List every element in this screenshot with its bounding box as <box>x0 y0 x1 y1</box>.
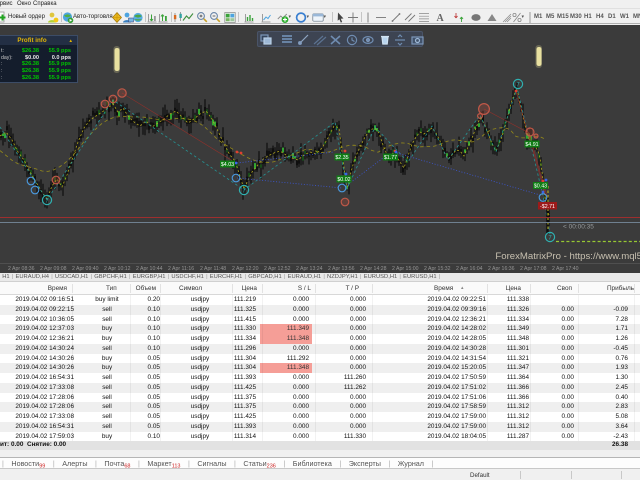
svg-text:$4.03: $4.03 <box>221 162 234 168</box>
svg-text:-$2.71: -$2.71 <box>540 204 555 210</box>
svg-text:ForexMatrixPro - https://www.m: ForexMatrixPro - https://www.mql5 <box>495 251 640 262</box>
svg-text:7: 7 <box>516 82 520 88</box>
svg-text:A: A <box>437 13 445 24</box>
svg-text:$0.43: $0.43 <box>534 184 547 190</box>
svg-text:$2.35: $2.35 <box>335 155 348 161</box>
svg-text:$1.77: $1.77 <box>384 155 397 161</box>
svg-text:$0.02: $0.02 <box>337 177 350 183</box>
svg-text:7: 7 <box>548 235 552 241</box>
svg-text:< 00:00:35: < 00:00:35 <box>563 224 594 231</box>
svg-text:$4.91: $4.91 <box>525 142 538 148</box>
svg-text:7: 7 <box>45 198 49 204</box>
